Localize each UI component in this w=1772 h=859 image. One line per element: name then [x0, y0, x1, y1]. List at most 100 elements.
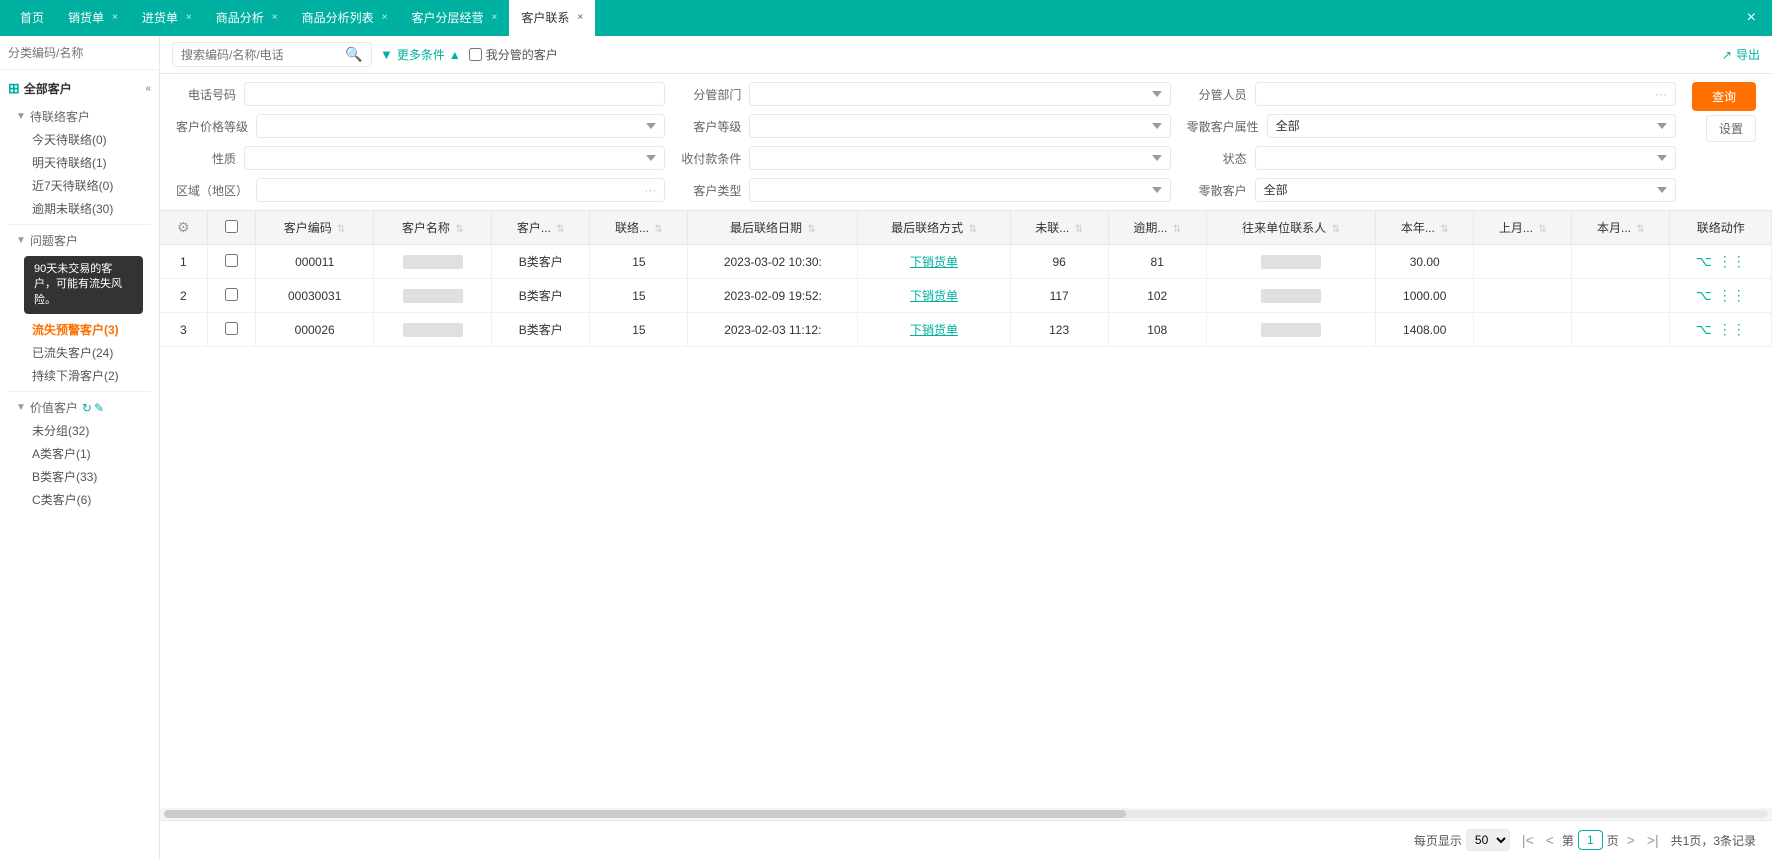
nav-item-sales[interactable]: 销货单 ×: [56, 0, 130, 36]
close-sales-tab[interactable]: ×: [112, 0, 118, 36]
filter-label-price-level: 客户价格等级: [176, 118, 248, 135]
col-contact-num[interactable]: 联络... ⇅: [590, 211, 688, 245]
current-page-display[interactable]: 1: [1578, 830, 1603, 850]
row-checkbox-2[interactable]: [225, 322, 238, 335]
row-checkbox-0[interactable]: [225, 254, 238, 267]
first-page-button[interactable]: |<: [1518, 832, 1538, 848]
sidebar-item-churn-warning[interactable]: 流失预警客户(3): [16, 318, 151, 341]
filter-select-retail[interactable]: 全部: [1255, 178, 1676, 202]
edit-icon[interactable]: ✎: [94, 401, 104, 415]
cell-check-2[interactable]: [207, 313, 256, 347]
close-customer-contact-tab[interactable]: ×: [577, 0, 583, 36]
more-action-icon-1[interactable]: ⋮⋮: [1718, 287, 1746, 304]
sidebar-item-overdue-contact[interactable]: 逾期未联络(30): [16, 197, 151, 220]
close-product-analysis-list-tab[interactable]: ×: [382, 0, 388, 36]
next-page-button[interactable]: >: [1623, 832, 1639, 848]
contact-action-icon-0[interactable]: ⌥: [1696, 253, 1712, 270]
sidebar-group-value-header[interactable]: ▼ 价值客户 ↻ ✎: [16, 396, 151, 419]
more-filter-button[interactable]: ▼ 更多条件 ▲: [380, 46, 461, 63]
sidebar-group-problem-header[interactable]: ▼ 问题客户: [16, 229, 151, 252]
sidebar-item-tomorrow-contact[interactable]: 明天待联络(1): [16, 151, 151, 174]
cell-code-1: 00030031: [256, 279, 374, 313]
sort-icon-code: ⇅: [337, 224, 345, 235]
filter-dots-person[interactable]: ···: [1255, 82, 1676, 106]
filter-field-person: 分管人员 ···: [1187, 82, 1676, 106]
nav-item-purchase[interactable]: 进货单 ×: [130, 0, 204, 36]
more-action-icon-0[interactable]: ⋮⋮: [1718, 253, 1746, 270]
sidebar-item-ungrouped[interactable]: 未分组(32): [16, 419, 151, 442]
cell-contact-type-0[interactable]: 下销货单: [858, 245, 1010, 279]
contact-action-icon-2[interactable]: ⌥: [1696, 321, 1712, 338]
last-page-button[interactable]: >|: [1643, 832, 1663, 848]
refresh-icon[interactable]: ↻: [82, 401, 92, 415]
close-product-analysis-tab[interactable]: ×: [272, 0, 278, 36]
sidebar-item-b-class[interactable]: B类客户(33): [16, 465, 151, 488]
filter-input-phone[interactable]: [244, 82, 665, 106]
prev-page-button[interactable]: <: [1542, 832, 1558, 848]
col-last-contact-date[interactable]: 最后联络日期 ⇅: [688, 211, 858, 245]
sidebar-all-customers-header[interactable]: ⊞ 全部客户 «: [8, 76, 151, 101]
query-button[interactable]: 查询: [1692, 82, 1756, 111]
col-this-year[interactable]: 本年... ⇅: [1376, 211, 1474, 245]
filter-label-status: 状态: [1187, 150, 1247, 167]
table-settings-icon[interactable]: ⚙: [177, 219, 190, 235]
filter-dots-region[interactable]: ···: [256, 178, 665, 202]
page-navigation: |< < 第 1 页 > >|: [1518, 830, 1663, 850]
page-size-select[interactable]: 50: [1466, 829, 1510, 851]
col-name[interactable]: 客户名称 ⇅: [374, 211, 492, 245]
sidebar-search-input[interactable]: [8, 46, 160, 60]
nav-item-product-analysis-list[interactable]: 商品分析列表 ×: [290, 0, 400, 36]
sidebar-item-7days-contact[interactable]: 近7天待联络(0): [16, 174, 151, 197]
cell-contact-type-1[interactable]: 下销货单: [858, 279, 1010, 313]
cell-contact-type-2[interactable]: 下销货单: [858, 313, 1010, 347]
close-purchase-tab[interactable]: ×: [186, 0, 192, 36]
col-this-month[interactable]: 本月... ⇅: [1572, 211, 1670, 245]
export-button[interactable]: ↗ 导出: [1722, 46, 1760, 63]
filter-select-dept[interactable]: [749, 82, 1170, 106]
filter-select-customer-type[interactable]: [749, 178, 1170, 202]
filter-select-level[interactable]: [749, 114, 1170, 138]
filter-select-retail-attr[interactable]: 全部: [1267, 114, 1676, 138]
sidebar-group-pending-header[interactable]: ▼ 待联络客户: [16, 105, 151, 128]
col-unit-contact[interactable]: 往来单位联系人 ⇅: [1206, 211, 1375, 245]
sidebar-item-today-contact[interactable]: 今天待联络(0): [16, 128, 151, 151]
cell-type-1: B类客户: [492, 279, 590, 313]
nav-item-home[interactable]: 首页: [8, 0, 56, 36]
col-customer-type[interactable]: 客户... ⇅: [492, 211, 590, 245]
main-layout: 🔍 ⊞ 全部客户 « ▼ 待联络客户 今天待联络(0) 明天待联络(1) 近7天…: [0, 36, 1772, 859]
nav-item-product-analysis[interactable]: 商品分析 ×: [204, 0, 290, 36]
filter-select-payment[interactable]: [749, 146, 1170, 170]
contact-action-icon-1[interactable]: ⌥: [1696, 287, 1712, 304]
col-code[interactable]: 客户编码 ⇅: [256, 211, 374, 245]
window-close-button[interactable]: ×: [1739, 9, 1764, 27]
col-not-contacted[interactable]: 未联... ⇅: [1010, 211, 1108, 245]
more-action-icon-2[interactable]: ⋮⋮: [1718, 321, 1746, 338]
cell-seq-1: 2: [160, 279, 207, 313]
horizontal-scrollbar[interactable]: [160, 808, 1772, 820]
filter-select-nature[interactable]: [244, 146, 665, 170]
cell-check-1[interactable]: [207, 279, 256, 313]
cell-name-0: [374, 245, 492, 279]
sort-icon-not-contacted: ⇅: [1075, 224, 1083, 235]
sidebar-item-a-class[interactable]: A类客户(1): [16, 442, 151, 465]
cell-check-0[interactable]: [207, 245, 256, 279]
filter-select-status[interactable]: [1255, 146, 1676, 170]
col-overdue[interactable]: 逾期... ⇅: [1108, 211, 1206, 245]
sidebar-item-c-class[interactable]: C类客户(6): [16, 488, 151, 511]
nav-item-customer-contact[interactable]: 客户联系 ×: [509, 0, 595, 36]
sidebar-item-churned[interactable]: 已流失客户(24): [16, 341, 151, 364]
select-all-checkbox[interactable]: [225, 220, 238, 233]
main-search-icon[interactable]: 🔍: [345, 46, 362, 63]
cell-last-month-0: [1474, 245, 1572, 279]
filter-select-price-level[interactable]: [256, 114, 665, 138]
main-search-input[interactable]: [181, 48, 341, 62]
my-customer-checkbox[interactable]: [469, 48, 482, 61]
sidebar-item-declining[interactable]: 持续下滑客户(2): [16, 364, 151, 387]
nav-item-customer-segmentation[interactable]: 客户分层经营 ×: [399, 0, 509, 36]
col-last-contact-type[interactable]: 最后联络方式 ⇅: [858, 211, 1010, 245]
close-customer-segmentation-tab[interactable]: ×: [491, 0, 497, 36]
row-checkbox-1[interactable]: [225, 288, 238, 301]
settings-button[interactable]: 设置: [1706, 115, 1756, 142]
col-last-month[interactable]: 上月... ⇅: [1474, 211, 1572, 245]
scroll-thumb[interactable]: [164, 810, 1126, 818]
